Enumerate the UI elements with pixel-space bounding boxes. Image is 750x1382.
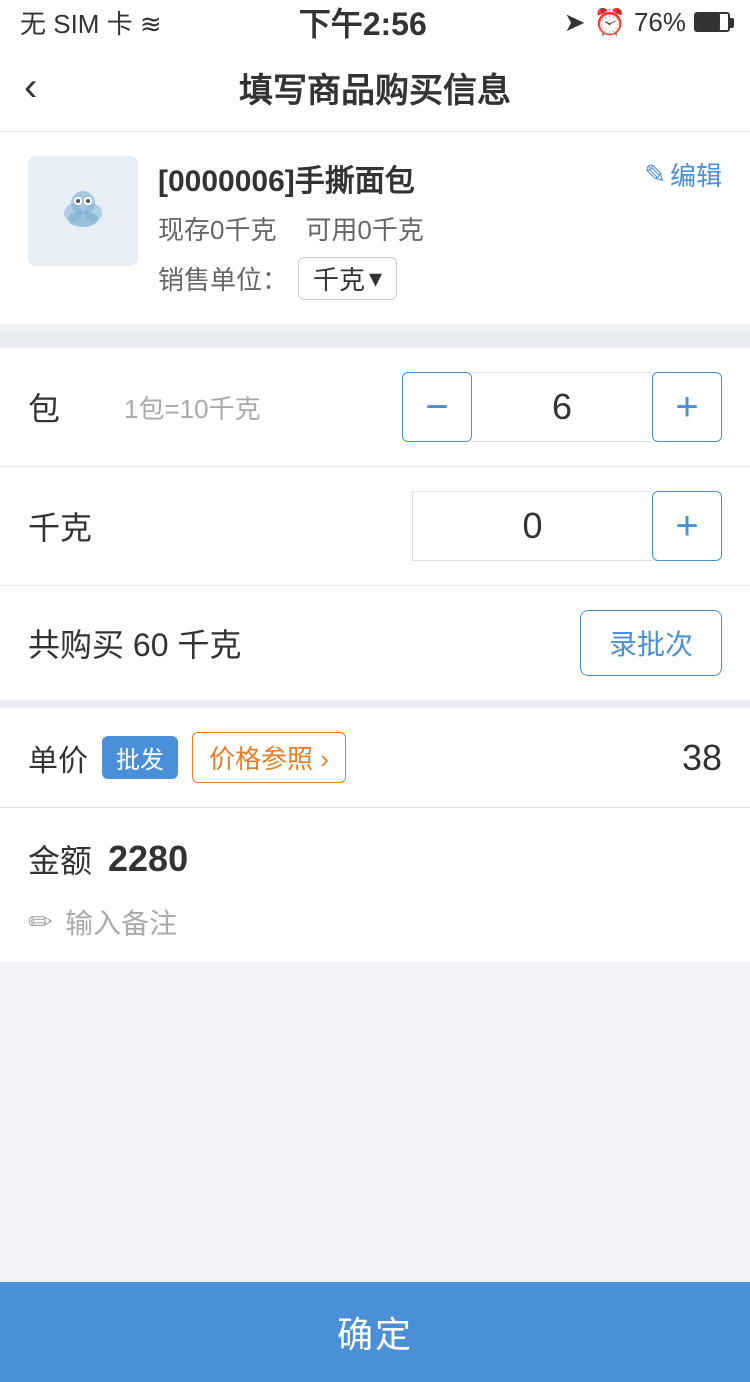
bao-minus-button[interactable]: −: [402, 372, 472, 442]
bao-controls: − +: [402, 372, 722, 442]
alarm-icon: ⏰: [594, 7, 626, 38]
price-batch-tag: 批发: [102, 736, 178, 779]
amount-section: 金额 2280 ✏ 输入备注: [0, 808, 750, 962]
kg-input[interactable]: [412, 491, 652, 561]
bao-hint: 1包=10千克: [124, 389, 386, 426]
pencil-icon: ✏: [28, 905, 53, 940]
amount-value: 2280: [108, 838, 188, 880]
kg-controls: +: [412, 491, 722, 561]
batch-button[interactable]: 录批次: [580, 610, 722, 676]
product-card: ✎ 编辑 [0000006]手撕面包 现存0千克 可用0千克 销售单位： 千克 …: [0, 132, 750, 332]
total-text: 共购买 60 千克: [28, 620, 241, 666]
bao-input[interactable]: [472, 372, 652, 442]
dropdown-icon: ▾: [369, 263, 382, 294]
unit-selector[interactable]: 千克 ▾: [298, 257, 397, 300]
product-image: [28, 156, 138, 266]
total-row: 共购买 60 千克 录批次: [0, 586, 750, 708]
kg-label: 千克: [28, 503, 108, 549]
kg-input-row: 千克 +: [0, 467, 750, 586]
kg-plus-button[interactable]: +: [652, 491, 722, 561]
input-section: 包 1包=10千克 − + 千克 +: [0, 348, 750, 586]
remark-row[interactable]: ✏ 输入备注: [28, 902, 722, 942]
product-info: ✎ 编辑 [0000006]手撕面包 现存0千克 可用0千克 销售单位： 千克 …: [158, 156, 722, 300]
status-time: 下午2:56: [299, 0, 427, 45]
status-right: ➤ ⏰ 76%: [564, 7, 730, 38]
nav-bar: ‹ 填写商品购买信息: [0, 44, 750, 132]
product-unit-row: 销售单位： 千克 ▾: [158, 257, 722, 300]
price-value: 38: [682, 737, 722, 779]
price-label: 单价: [28, 736, 88, 780]
product-stock: 现存0千克 可用0千克: [158, 210, 722, 247]
amount-row: 金额 2280: [28, 836, 722, 882]
status-left: 无 SIM 卡 ≋: [20, 4, 162, 41]
page-title: 填写商品购买信息: [239, 63, 511, 112]
stock-current: 现存0千克: [158, 215, 276, 245]
amount-label: 金额: [28, 836, 92, 882]
unit-value: 千克: [313, 260, 365, 297]
status-bar: 无 SIM 卡 ≋ 下午2:56 ➤ ⏰ 76%: [0, 0, 750, 44]
price-section: 单价 批发 价格参照 › 38: [0, 708, 750, 808]
bao-input-row: 包 1包=10千克 − +: [0, 348, 750, 467]
product-name: [0000006]手撕面包: [158, 156, 722, 200]
bao-label: 包: [28, 384, 108, 430]
back-button[interactable]: ‹: [24, 65, 37, 110]
product-thumbnail: [53, 181, 113, 241]
gray-area: [0, 962, 750, 1282]
content: ✎ 编辑 [0000006]手撕面包 现存0千克 可用0千克 销售单位： 千克 …: [0, 132, 750, 1382]
bao-plus-button[interactable]: +: [652, 372, 722, 442]
price-ref-button[interactable]: 价格参照 ›: [192, 732, 346, 783]
location-icon: ➤: [564, 7, 586, 38]
battery-text: 76%: [634, 7, 686, 38]
stock-available: 可用0千克: [305, 215, 423, 245]
edit-label: 编辑: [670, 156, 722, 193]
battery-icon: [694, 12, 730, 32]
remark-placeholder: 输入备注: [65, 902, 177, 942]
edit-icon: ✎: [644, 159, 666, 190]
edit-button[interactable]: ✎ 编辑: [644, 156, 722, 193]
confirm-button[interactable]: 确定: [0, 1282, 750, 1382]
unit-label: 销售单位：: [158, 260, 288, 297]
separator-1: [0, 332, 750, 348]
